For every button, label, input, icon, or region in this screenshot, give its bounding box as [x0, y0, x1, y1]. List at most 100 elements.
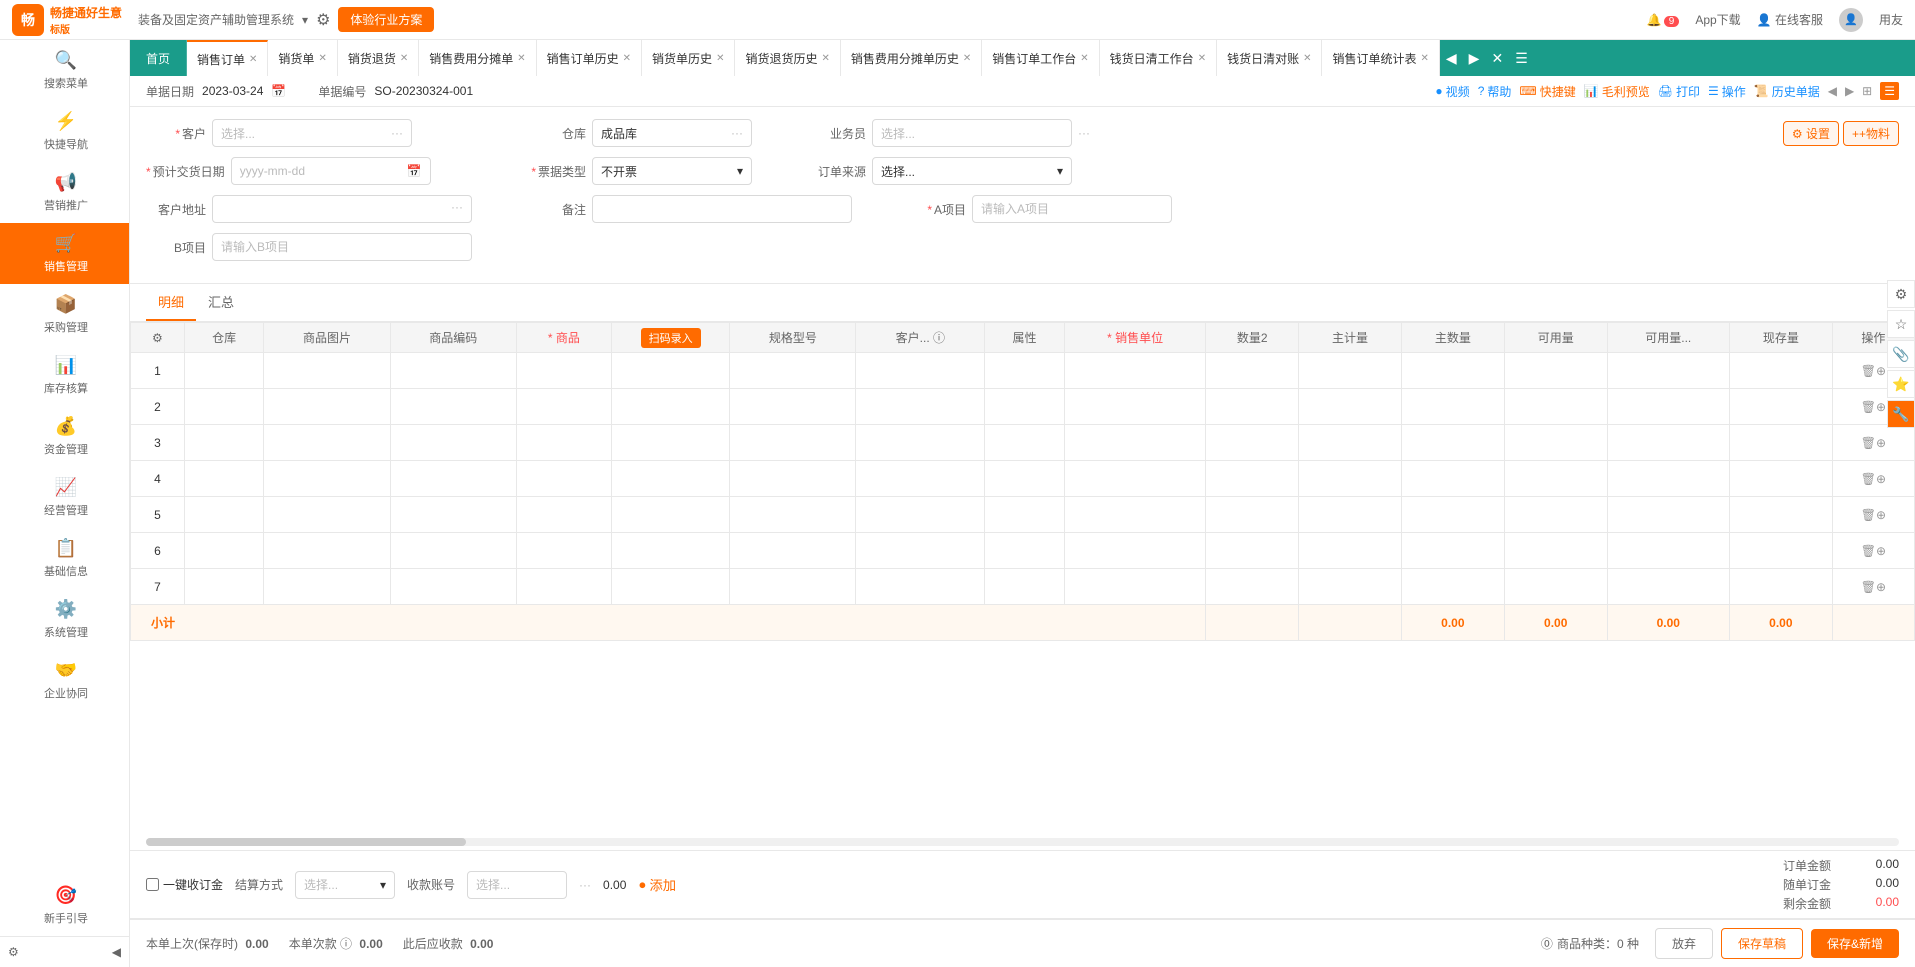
sidebar-item-operation[interactable]: 📈 经营管理: [0, 467, 129, 528]
print-action[interactable]: 🖨 打印: [1658, 83, 1700, 100]
delete-icon[interactable]: 🗑: [1861, 580, 1876, 594]
sidebar-item-inventory[interactable]: 📊 库存核算: [0, 345, 129, 406]
tab-close-sales-return[interactable]: ✕: [400, 53, 408, 64]
tab-close-sales-order[interactable]: ✕: [249, 54, 257, 65]
right-panel-icon-5[interactable]: 🔧: [1887, 400, 1915, 428]
delete-icon[interactable]: 🗑: [1861, 472, 1876, 486]
help-action[interactable]: ? 帮助: [1478, 83, 1512, 100]
right-panel-icon-1[interactable]: ⚙: [1887, 280, 1915, 308]
address-input[interactable]: ···: [212, 195, 472, 223]
sidebar-item-guide[interactable]: 🎯 新手引导: [0, 875, 129, 936]
tab-summary[interactable]: 汇总: [196, 284, 246, 321]
tab-order-workbench[interactable]: 销售订单工作台 ✕: [982, 40, 1099, 76]
payment-method-select[interactable]: 选择... ▾: [295, 871, 395, 899]
online-service-link[interactable]: 👤 在线客服: [1757, 11, 1823, 28]
tab-return-history[interactable]: 销货退货历史 ✕: [735, 40, 840, 76]
dropdown-icon[interactable]: ▾: [302, 13, 308, 27]
sidebar-item-basic[interactable]: 📋 基础信息: [0, 528, 129, 589]
scan-button[interactable]: 扫码录入: [641, 328, 701, 348]
delete-icon[interactable]: 🗑: [1861, 544, 1876, 558]
setting-button[interactable]: ⚙ 设置: [1783, 121, 1839, 146]
delivery-date-input[interactable]: yyyy-mm-dd 📅: [231, 157, 431, 185]
tab-close-sales-goods[interactable]: ✕: [318, 53, 326, 64]
sidebar-item-collab[interactable]: 🤝 企业协同: [0, 650, 129, 711]
tab-close-cost-history[interactable]: ✕: [963, 53, 971, 64]
copy-icon[interactable]: ⊕: [1876, 580, 1886, 594]
right-panel-icon-2[interactable]: ☆: [1887, 310, 1915, 338]
copy-icon[interactable]: ⊕: [1876, 436, 1886, 450]
sidebar-item-nav[interactable]: ⚡ 快捷导航: [0, 101, 129, 162]
customer-input[interactable]: 选择... ···: [212, 119, 412, 147]
order-source-select[interactable]: 选择... ▾: [872, 157, 1072, 185]
copy-icon[interactable]: ⊕: [1876, 472, 1886, 486]
view-action[interactable]: ● 视频: [1435, 83, 1469, 100]
solution-button[interactable]: 体验行业方案: [338, 7, 434, 32]
sidebar-item-sales[interactable]: 🛒 销售管理: [0, 223, 129, 284]
tab-sales-order[interactable]: 销售订单 ✕: [187, 40, 268, 76]
tab-order-history[interactable]: 销售订单历史 ✕: [537, 40, 642, 76]
staff-more-icon[interactable]: ···: [1078, 126, 1090, 140]
collapse-icon[interactable]: ◀: [112, 945, 121, 959]
nav-next-icon[interactable]: ▶: [1845, 84, 1854, 98]
list-view-icon[interactable]: ☰: [1880, 82, 1899, 100]
tab-close-cash-workbench[interactable]: ✕: [1198, 53, 1206, 64]
copy-icon[interactable]: ⊕: [1876, 508, 1886, 522]
calendar-icon[interactable]: 📅: [271, 84, 286, 98]
add-material-button[interactable]: ++物料: [1843, 121, 1899, 146]
tab-next-btn[interactable]: ▶: [1463, 40, 1486, 76]
history-action[interactable]: 📜 历史单据: [1754, 83, 1820, 100]
b-project-input[interactable]: 请输入B项目: [212, 233, 472, 261]
delete-icon[interactable]: 🗑: [1861, 508, 1876, 522]
save-draft-button[interactable]: 保存草稿: [1721, 928, 1803, 959]
sidebar-item-system[interactable]: ⚙️ 系统管理: [0, 589, 129, 650]
right-panel-icon-3[interactable]: 📎: [1887, 340, 1915, 368]
tab-sales-cost[interactable]: 销售费用分摊单 ✕: [419, 40, 536, 76]
right-panel-icon-4[interactable]: ⭐: [1887, 370, 1915, 398]
invoice-type-select[interactable]: 不开票 ▾: [592, 157, 752, 185]
warehouse-more-icon[interactable]: ···: [731, 126, 743, 140]
sidebar-item-search[interactable]: 🔍 搜索菜单: [0, 40, 129, 101]
tab-prev-btn[interactable]: ◀: [1440, 40, 1463, 76]
tab-close-cash-reconcile[interactable]: ✕: [1303, 53, 1311, 64]
row-action-7[interactable]: 🗑⊕: [1832, 569, 1914, 605]
warehouse-input[interactable]: 成品库 ···: [592, 119, 752, 147]
discard-button[interactable]: 放弃: [1655, 928, 1713, 959]
remark-input[interactable]: [592, 195, 852, 223]
customer-more-icon[interactable]: ···: [391, 126, 403, 140]
account-select[interactable]: 选择...: [467, 871, 567, 899]
settings-bottom-icon[interactable]: ⚙: [8, 945, 19, 959]
tab-menu-btn[interactable]: ☰: [1509, 40, 1534, 76]
copy-icon[interactable]: ⊕: [1876, 400, 1886, 414]
nav-prev-icon[interactable]: ◀: [1828, 84, 1837, 98]
more-payment-icon[interactable]: ···: [579, 878, 591, 892]
copy-icon[interactable]: ⊕: [1876, 544, 1886, 558]
delete-icon[interactable]: 🗑: [1861, 436, 1876, 450]
tab-close-order-history[interactable]: ✕: [623, 53, 631, 64]
notice-icon[interactable]: 🔔9: [1647, 13, 1680, 27]
tab-close-sales-cost[interactable]: ✕: [517, 53, 525, 64]
tab-close-sales-stats[interactable]: ✕: [1421, 53, 1429, 64]
horizontal-scrollbar[interactable]: [146, 838, 1899, 846]
operate-action[interactable]: ☰ 操作: [1708, 83, 1746, 100]
tab-close-all-btn[interactable]: ✕: [1485, 40, 1509, 76]
row-action-5[interactable]: 🗑⊕: [1832, 497, 1914, 533]
one-click-deposit-label[interactable]: 一键收订金: [146, 876, 223, 893]
tab-close-order-workbench[interactable]: ✕: [1080, 53, 1088, 64]
add-payment-button[interactable]: ● 添加: [638, 875, 676, 894]
staff-input[interactable]: 选择...: [872, 119, 1072, 147]
tab-sales-stats[interactable]: 销售订单统计表 ✕: [1322, 40, 1439, 76]
grid-view-icon[interactable]: ⊞: [1862, 84, 1872, 98]
tab-cash-reconcile[interactable]: 钱货日清对账 ✕: [1217, 40, 1322, 76]
sidebar-item-marketing[interactable]: 📢 营销推广: [0, 162, 129, 223]
tab-home[interactable]: 首页: [130, 40, 187, 76]
save-new-button[interactable]: 保存&新增: [1811, 929, 1899, 958]
row-action-3[interactable]: 🗑⊕: [1832, 425, 1914, 461]
tab-close-return-history[interactable]: ✕: [821, 53, 829, 64]
sidebar-item-finance[interactable]: 💰 资金管理: [0, 406, 129, 467]
delete-icon[interactable]: 🗑: [1861, 364, 1876, 378]
tab-close-goods-history[interactable]: ✕: [716, 53, 724, 64]
tab-sales-goods[interactable]: 销货单 ✕: [268, 40, 337, 76]
delete-icon[interactable]: 🗑: [1861, 400, 1876, 414]
row-action-4[interactable]: 🗑⊕: [1832, 461, 1914, 497]
app-download-link[interactable]: App下载: [1695, 11, 1740, 28]
